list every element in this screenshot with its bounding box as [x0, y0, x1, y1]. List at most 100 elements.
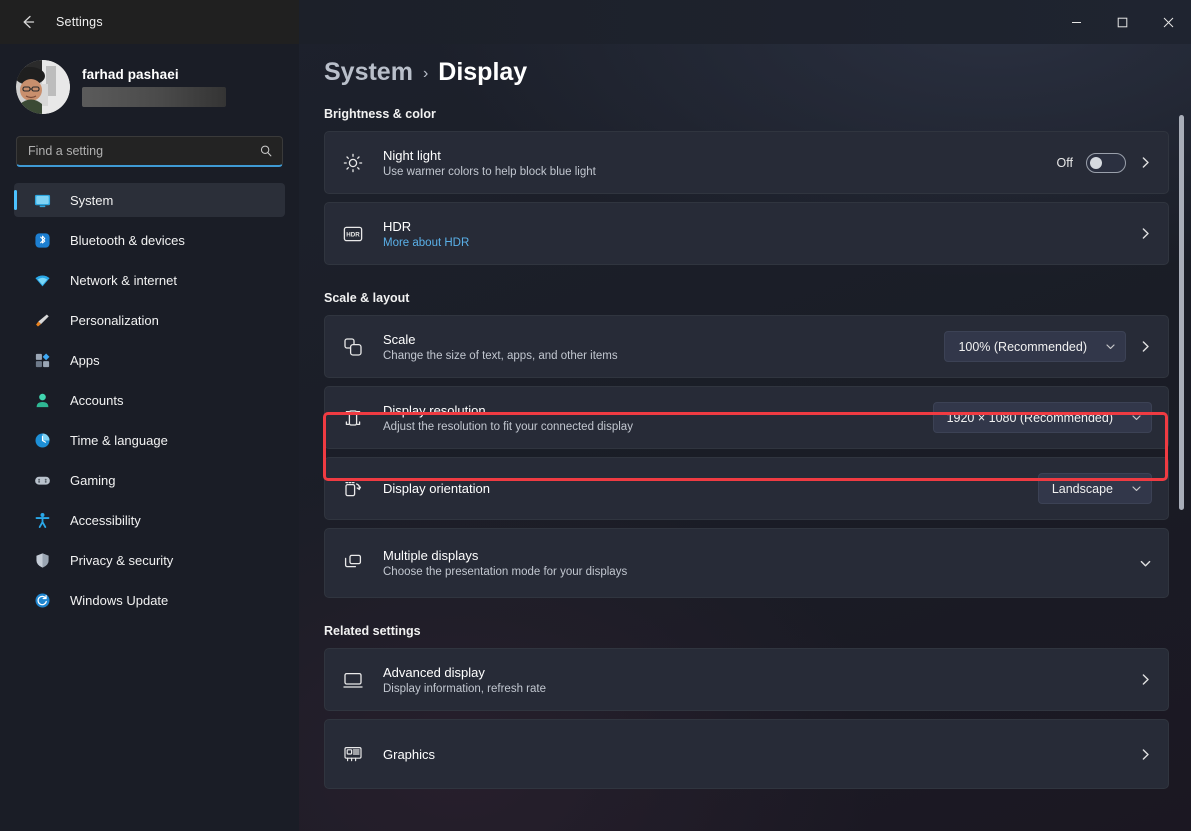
more-about-hdr-link[interactable]: More about HDR	[383, 237, 1139, 249]
card-controls: 1920 × 1080 (Recommended)	[932, 402, 1152, 433]
card-title: HDR	[383, 218, 412, 234]
card-text: Night light Use warmer colors to help bl…	[383, 148, 1057, 178]
card-text: Display orientation	[383, 481, 1038, 496]
card-text: Advanced display Display information, re…	[383, 665, 1139, 695]
card-subtitle: Choose the presentation mode for your di…	[383, 566, 628, 578]
sidebar-item-privacy-security[interactable]: Privacy & security	[14, 543, 285, 577]
sidebar-item-label: Time & language	[70, 432, 168, 448]
back-arrow-icon	[23, 15, 35, 29]
card-controls	[1139, 673, 1152, 686]
breadcrumb: System › Display	[324, 58, 1169, 87]
avatar	[16, 60, 70, 114]
section-header-related-settings: Related settings	[324, 624, 421, 638]
card-controls	[1139, 748, 1152, 761]
account-summary[interactable]: farhad pashaei	[0, 44, 299, 116]
card-hdr[interactable]: HDR HDR More about HDR	[324, 202, 1169, 265]
hdr-icon: HDR	[340, 221, 366, 247]
bluetooth-icon	[32, 230, 52, 250]
minimize-icon	[1071, 21, 1081, 23]
sidebar-item-label: System	[70, 192, 114, 208]
minimize-button[interactable]	[1053, 0, 1099, 44]
dropdown-value: 1920 × 1080 (Recommended)	[946, 410, 1113, 425]
card-controls	[1139, 557, 1152, 570]
sidebar-item-label: Accounts	[70, 392, 124, 408]
breadcrumb-root[interactable]: System	[324, 58, 413, 87]
sidebar-item-accounts[interactable]: Accounts	[14, 383, 285, 417]
sidebar-item-label: Bluetooth & devices	[70, 232, 185, 248]
close-icon	[1163, 17, 1173, 27]
night-light-toggle[interactable]	[1086, 152, 1126, 173]
multiple-displays-icon	[340, 550, 366, 576]
sidebar-item-label: Network & internet	[70, 272, 177, 288]
chevron-right-icon[interactable]	[1139, 340, 1152, 353]
card-display-orientation[interactable]: Display orientation Landscape	[324, 457, 1169, 520]
sidebar-item-bluetooth-devices[interactable]: Bluetooth & devices	[14, 223, 285, 257]
search-input[interactable]	[17, 144, 282, 158]
maximize-icon	[1117, 17, 1127, 27]
sidebar-item-apps[interactable]: Apps	[14, 343, 285, 377]
display-icon	[340, 667, 366, 693]
card-display-resolution[interactable]: Display resolution Adjust the resolution…	[324, 386, 1169, 449]
sidebar-item-personalization[interactable]: Personalization	[14, 303, 285, 337]
chevron-down-icon	[1132, 415, 1141, 420]
card-title: Multiple displays	[383, 548, 479, 563]
sidebar-item-label: Windows Update	[70, 592, 169, 608]
toggle-knob	[1090, 156, 1102, 169]
sidebar-item-network-internet[interactable]: Network & internet	[14, 263, 285, 297]
card-multiple-displays[interactable]: Multiple displays Choose the presentatio…	[324, 528, 1169, 598]
sun-icon	[340, 150, 366, 176]
chevron-right-icon[interactable]	[1139, 748, 1152, 761]
card-advanced-display[interactable]: Advanced display Display information, re…	[324, 648, 1169, 711]
chevron-right-icon[interactable]	[1139, 673, 1152, 686]
dropdown-value: 100% (Recommended)	[958, 339, 1087, 354]
sidebar-item-label: Personalization	[70, 312, 159, 328]
close-button[interactable]	[1145, 0, 1191, 44]
section-header-brightness-color: Brightness & color	[324, 107, 436, 121]
card-text: Display resolution Adjust the resolution…	[383, 403, 933, 433]
sidebar-item-windows-update[interactable]: Windows Update	[14, 583, 285, 617]
settings-page: System › Display Brightness & color Nigh…	[299, 44, 1191, 789]
account-text: farhad pashaei	[82, 67, 226, 107]
card-controls: Landscape	[1037, 473, 1152, 504]
scrollbar[interactable]	[1176, 44, 1187, 831]
chevron-down-icon	[1132, 486, 1141, 491]
scrollbar-thumb[interactable]	[1179, 115, 1184, 510]
gamepad-icon	[32, 470, 52, 490]
monitor-icon	[32, 190, 52, 210]
card-title: Display orientation	[383, 481, 490, 496]
search-container	[0, 116, 299, 167]
window-title: Settings	[56, 15, 103, 29]
sidebar-item-system[interactable]: System	[14, 183, 285, 217]
card-title: Scale	[383, 331, 416, 347]
card-subtitle: Use warmer colors to help block blue lig…	[383, 165, 596, 178]
card-title: Graphics	[383, 746, 436, 762]
card-night-light[interactable]: Night light Use warmer colors to help bl…	[324, 131, 1169, 194]
dropdown-value: Landscape	[1051, 481, 1113, 496]
card-controls	[1139, 227, 1152, 240]
card-scale[interactable]: Scale Change the size of text, apps, and…	[324, 315, 1169, 378]
card-graphics[interactable]: Graphics	[324, 719, 1169, 789]
sidebar-item-gaming[interactable]: Gaming	[14, 463, 285, 497]
accessibility-icon	[32, 510, 52, 530]
scale-dropdown[interactable]: 100% (Recommended)	[944, 331, 1126, 362]
sidebar-item-accessibility[interactable]: Accessibility	[14, 503, 285, 537]
search-box[interactable]	[16, 136, 283, 167]
back-button[interactable]	[6, 6, 50, 38]
card-controls: Off	[1057, 152, 1152, 173]
sidebar-item-label: Apps	[70, 352, 100, 368]
maximize-button[interactable]	[1099, 0, 1145, 44]
section-header-scale-layout: Scale & layout	[324, 291, 410, 305]
apps-icon	[32, 350, 52, 370]
chevron-right-icon[interactable]	[1139, 156, 1152, 169]
chevron-right-icon[interactable]	[1139, 227, 1152, 240]
wifi-icon	[32, 270, 52, 290]
sidebar: farhad pashaei Find a setting System Blu…	[0, 0, 299, 831]
sidebar-item-time-language[interactable]: Time & language	[14, 423, 285, 457]
main-content: System › Display Brightness & color Nigh…	[299, 0, 1191, 831]
card-subtitle: Adjust the resolution to fit your connec…	[383, 420, 633, 433]
display-resolution-dropdown[interactable]: 1920 × 1080 (Recommended)	[932, 402, 1152, 433]
svg-text:HDR: HDR	[346, 231, 360, 238]
chevron-down-icon[interactable]	[1139, 557, 1152, 570]
display-orientation-dropdown[interactable]: Landscape	[1037, 473, 1152, 504]
graphics-card-icon	[340, 741, 366, 767]
